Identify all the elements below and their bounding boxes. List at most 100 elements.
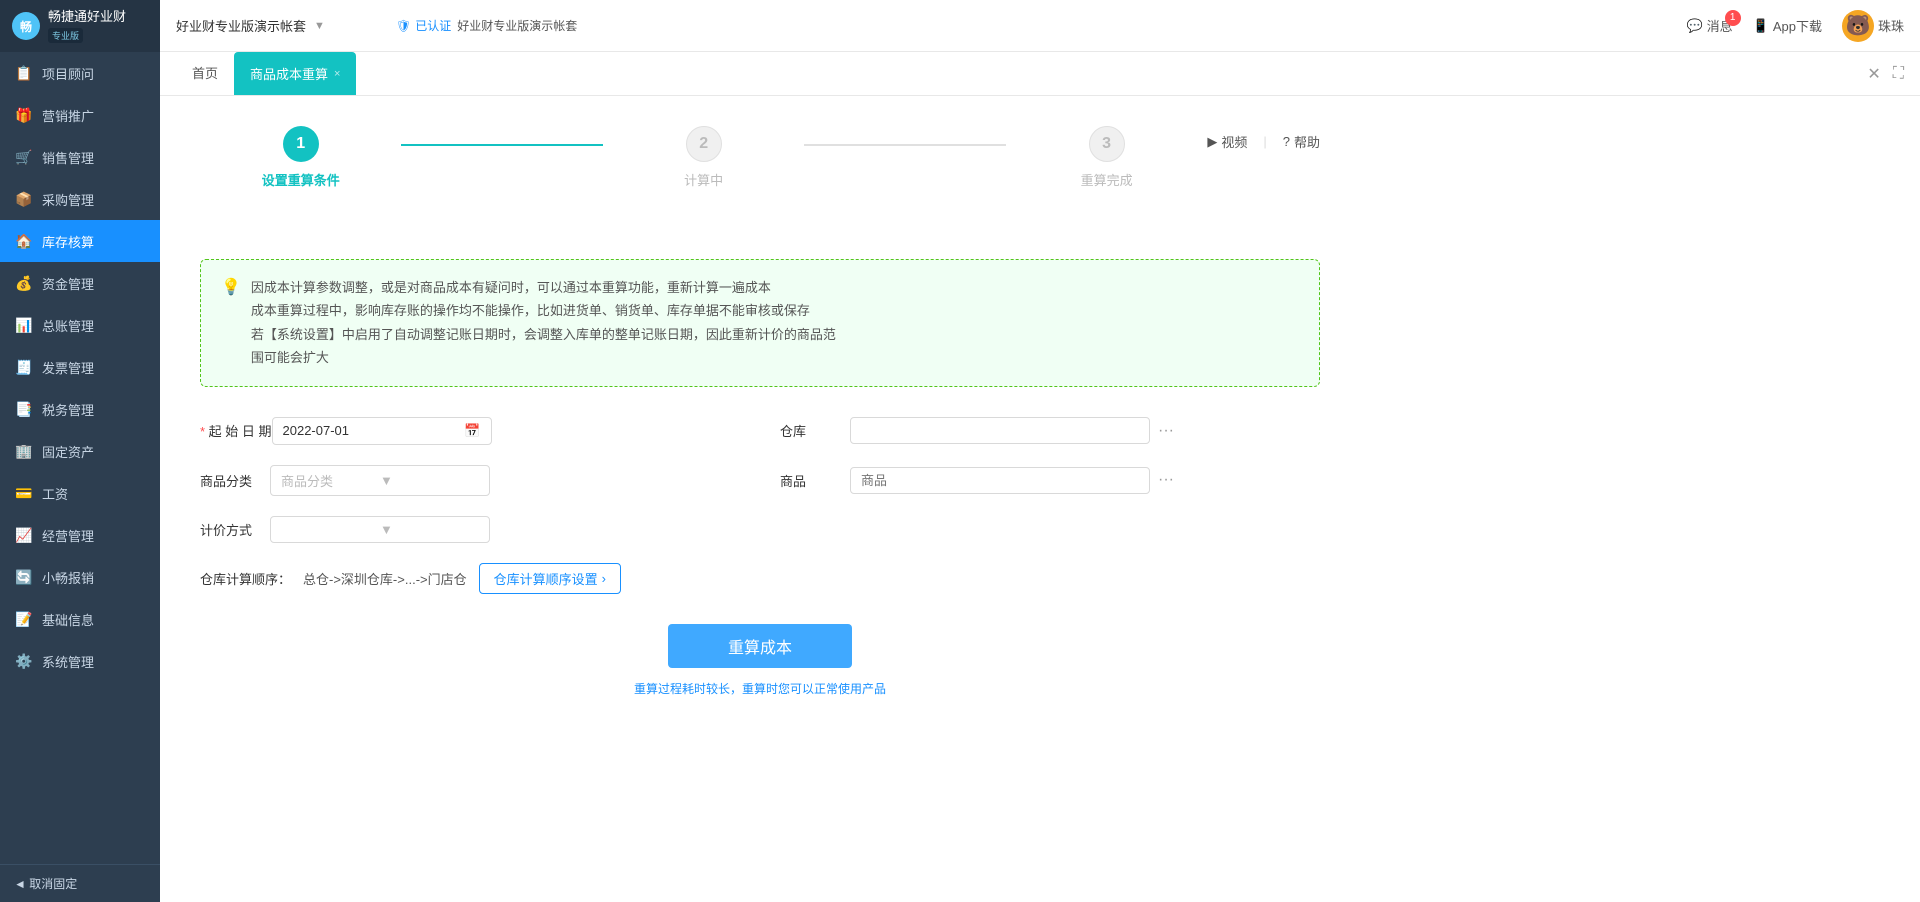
main-area: 好业财专业版演示帐套 ▼ 🛡 已认证 好业财专业版演示帐套 💬 消息 1 📱 A… [160,0,1920,902]
lightbulb-icon: 💡 [221,277,241,297]
phone-icon: 📱 [1753,18,1769,34]
sidebar-item-accounting[interactable]: 📊 总账管理 [0,304,160,346]
avatar-image: 🐻 [1846,13,1871,38]
sidebar-item-inventory[interactable]: 🏠 库存核算 [0,220,160,262]
notice-box: 💡 因成本计算参数调整，或是对商品成本有疑问时，可以通过本重算功能，重新计算一遍… [200,259,1320,387]
tab-close-icon[interactable]: × [334,68,340,80]
goods-label: 商品 [780,471,850,490]
tab-cost-label: 商品成本重算 [250,64,328,83]
sidebar-item-assets[interactable]: 🏢 固定资产 [0,430,160,472]
calendar-icon[interactable]: 📅 [464,423,480,439]
sidebar-item-project[interactable]: 📋 项目顾问 [0,52,160,94]
tab-cost-recalculate[interactable]: 商品成本重算 × [234,52,356,95]
user-profile[interactable]: 🐻 珠珠 [1842,10,1904,42]
tab-home-label: 首页 [192,63,218,82]
sidebar-label-expense: 小畅报销 [42,568,94,587]
accounting-icon: 📊 [14,315,34,335]
warehouse-order-btn-label: 仓库计算顺序设置 [494,569,598,588]
sidebar-item-finance[interactable]: 💰 资金管理 [0,262,160,304]
warehouse-order-row: 仓库计算顺序： 总仓->深圳仓库->...->门店仓 仓库计算顺序设置 › [200,563,1320,594]
step-1-label: 设置重算条件 [262,170,340,189]
assets-icon: 🏢 [14,441,34,461]
tab-home[interactable]: 首页 [176,52,234,95]
sidebar-label-assets: 固定资产 [42,442,94,461]
account-selector[interactable]: 好业财专业版演示帐套 ▼ [176,16,376,35]
sidebar-item-expense[interactable]: 🔄 小畅报销 [0,556,160,598]
salary-icon: 💳 [14,483,34,503]
sidebar-pin-toggle[interactable]: ◄ 取消固定 [0,864,160,902]
step-1: 1 设置重算条件 [200,126,401,189]
warehouse-input[interactable] [861,423,1139,438]
help-links: ▶ 视频 | ? 帮助 [1207,132,1320,151]
sidebar-item-basic[interactable]: 📝 基础信息 [0,598,160,640]
project-icon: 📋 [14,63,34,83]
step-line-2 [804,144,1005,146]
purchase-icon: 📦 [14,189,34,209]
warehouse-more-button[interactable]: ··· [1158,422,1174,440]
sidebar-nav: 📋 项目顾问 🎁 营销推广 🛒 销售管理 📦 采购管理 🏠 库存核算 💰 资金管… [0,52,160,864]
form-row-3: 计价方式 ▼ [200,516,1320,543]
goods-input-wrap[interactable] [850,467,1150,494]
topbar: 好业财专业版演示帐套 ▼ 🛡 已认证 好业财专业版演示帐套 💬 消息 1 📱 A… [160,0,1920,52]
message-button[interactable]: 💬 消息 1 [1686,16,1732,35]
step-2-label: 计算中 [684,170,723,189]
account-name: 好业财专业版演示帐套 [176,16,306,35]
sidebar-label-project: 项目顾问 [42,64,94,83]
goods-input[interactable] [861,473,1139,488]
avatar: 🐻 [1842,10,1874,42]
finance-icon: 💰 [14,273,34,293]
recalculate-button[interactable]: 重算成本 [668,624,852,668]
maximize-window-button[interactable]: ⛶ [1893,65,1904,83]
sidebar-item-marketing[interactable]: 🎁 营销推广 [0,94,160,136]
app-download-button[interactable]: 📱 App下载 [1753,16,1822,35]
expense-icon: 🔄 [14,567,34,587]
goods-more-button[interactable]: ··· [1158,471,1174,489]
step-2-number: 2 [699,135,708,153]
account-dropdown-arrow: ▼ [314,20,325,32]
app-download-label: App下载 [1773,16,1822,35]
form-section: * 起 始 日 期 📅 仓库 ··· [200,417,1320,594]
category-field: 商品分类 商品分类 ▼ [200,465,740,496]
start-date-input-wrap[interactable]: 📅 [272,417,492,445]
sidebar-item-operations[interactable]: 📈 经营管理 [0,514,160,556]
help-label: 帮助 [1294,132,1320,151]
pricing-label: 计价方式 [200,520,270,539]
notice-line1: 因成本计算参数调整，或是对商品成本有疑问时，可以通过本重算功能，重新计算一遍成本 [251,276,836,299]
tax-icon: 📑 [14,399,34,419]
goods-field: 商品 ··· [780,467,1320,494]
category-select[interactable]: 商品分类 ▼ [270,465,490,496]
step-3-label: 重算完成 [1081,170,1133,189]
topbar-right: 💬 消息 1 📱 App下载 🐻 珠珠 [1686,10,1904,42]
sidebar-item-system[interactable]: ⚙️ 系统管理 [0,640,160,682]
video-link[interactable]: ▶ 视频 [1207,132,1247,151]
sidebar-label-basic: 基础信息 [42,610,94,629]
content-area: 1 设置重算条件 2 计算中 [160,96,1920,902]
video-icon: ▶ [1207,134,1217,150]
warehouse-order-settings-button[interactable]: 仓库计算顺序设置 › [479,563,621,594]
sidebar-item-salary[interactable]: 💳 工资 [0,472,160,514]
sidebar-label-operations: 经营管理 [42,526,94,545]
form-row-1: * 起 始 日 期 📅 仓库 ··· [200,417,1320,445]
pricing-select[interactable]: ▼ [270,516,490,543]
step-3-number: 3 [1102,135,1111,153]
sales-icon: 🛒 [14,147,34,167]
basic-icon: 📝 [14,609,34,629]
category-label: 商品分类 [200,471,270,490]
sidebar-item-purchase[interactable]: 📦 采购管理 [0,178,160,220]
warehouse-label: 仓库 [780,421,850,440]
start-date-label: * 起 始 日 期 [200,421,272,440]
category-placeholder: 商品分类 [281,471,380,490]
start-date-input[interactable] [283,423,459,438]
notice-line3: 若【系统设置】中启用了自动调整记账日期时，会调整入库单的整单记账日期，因此重新计… [251,323,836,346]
sidebar-item-sales[interactable]: 🛒 销售管理 [0,136,160,178]
sidebar-label-accounting: 总账管理 [42,316,94,335]
sidebar-label-purchase: 采购管理 [42,190,94,209]
verified-account-name: 好业财专业版演示帐套 [457,17,577,34]
notice-line2: 成本重算过程中，影响库存账的操作均不能操作，比如进货单、销货单、库存单据不能审核… [251,299,836,322]
sidebar-item-invoice[interactable]: 🧾 发票管理 [0,346,160,388]
sidebar-item-tax[interactable]: 📑 税务管理 [0,388,160,430]
warehouse-input-wrap[interactable] [850,417,1150,444]
help-link[interactable]: ? 帮助 [1283,132,1320,151]
close-window-button[interactable]: ✕ [1867,64,1880,84]
sidebar-label-invoice: 发票管理 [42,358,94,377]
